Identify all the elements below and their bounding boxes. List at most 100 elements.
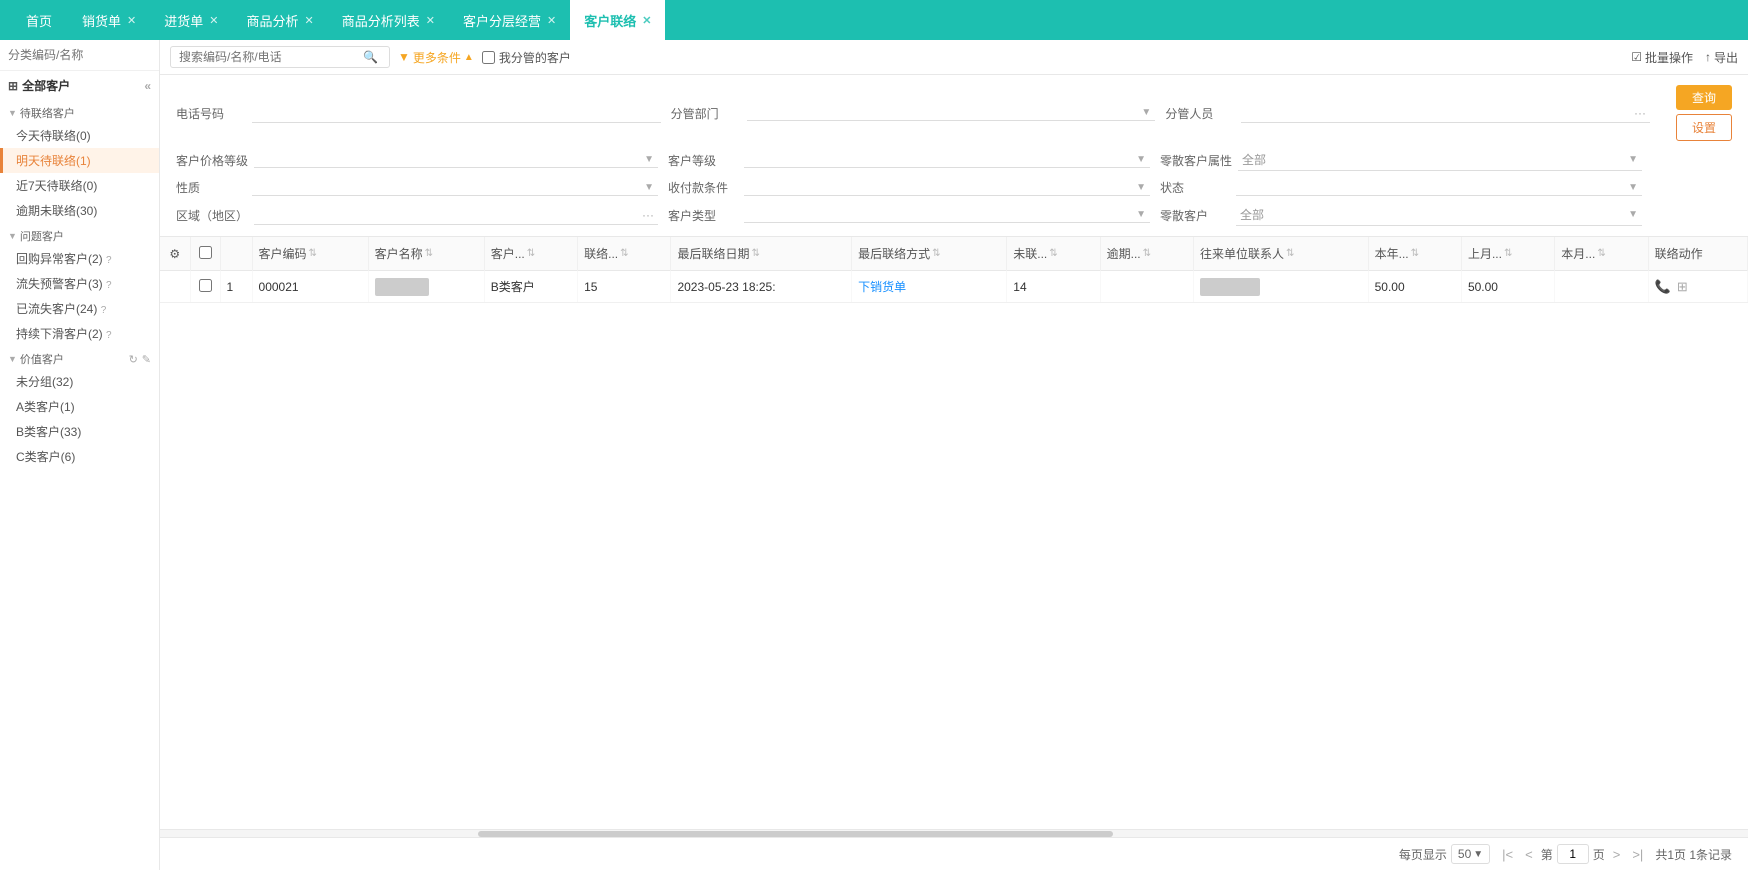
filter-select-region[interactable]: ··· (254, 206, 658, 225)
filter-select-dept[interactable]: ▼ (747, 105, 1156, 121)
sidebar-item-repurchase-abnormal[interactable]: 回购异常客户(2) ? (0, 246, 159, 271)
td-last-month: 50.00 (1461, 271, 1554, 303)
sort-icon-overdue[interactable]: ⇅ (1143, 248, 1151, 259)
th-customer-name[interactable]: 客户名称 ⇅ (368, 237, 484, 271)
main-search-input[interactable] (179, 50, 359, 64)
sidebar-item-already-lost[interactable]: 已流失客户(24) ? (0, 296, 159, 321)
export-button[interactable]: ↑ 导出 (1705, 49, 1738, 66)
column-settings-icon[interactable]: ⚙ (169, 247, 180, 261)
sidebar-item-class-c[interactable]: C类客户(6) (0, 444, 159, 469)
filter-settings-button[interactable]: 设置 (1676, 114, 1732, 141)
filter-cell-payment-terms: 收付款条件 ▼ (668, 179, 1160, 196)
grid-action-icon[interactable]: ⊞ (1677, 279, 1688, 295)
close-goods-analysis-table-tab[interactable]: ✕ (426, 14, 435, 27)
phone-action-icon[interactable]: 📞 (1655, 279, 1671, 295)
nav-item-home[interactable]: 首页 (10, 0, 68, 40)
th-last-contact-date[interactable]: 最后联络日期 ⇅ (671, 237, 852, 271)
td-last-contact-method[interactable]: 下销货单 (852, 271, 1007, 303)
th-settings[interactable]: ⚙ (160, 237, 190, 271)
sidebar-search-input[interactable] (8, 48, 160, 62)
filter-select-price-level[interactable]: ▼ (254, 152, 658, 168)
edit-icon[interactable]: ✎ (142, 353, 151, 366)
sort-icon-contact-count[interactable]: ⇅ (620, 248, 628, 259)
th-last-month[interactable]: 上月... ⇅ (1461, 237, 1554, 271)
my-customers-checkbox-area[interactable]: 我分管的客户 (482, 49, 571, 66)
filter-cell-manager: 分管人员 ··· (1165, 104, 1660, 123)
page-number-input[interactable] (1557, 844, 1589, 864)
sidebar-item-loss-warning[interactable]: 流失预警客户(3) ? (0, 271, 159, 296)
sort-icon-customer-name[interactable]: ⇅ (425, 248, 433, 259)
nav-item-customer-tier[interactable]: 客户分层经营 ✕ (449, 0, 570, 40)
last-page-button[interactable]: >| (1628, 845, 1647, 864)
sort-icon-unit-contact[interactable]: ⇅ (1286, 248, 1294, 259)
sidebar-item-unclassified[interactable]: 未分组(32) (0, 369, 159, 394)
nav-item-sales[interactable]: 销货单 ✕ (68, 0, 150, 40)
prev-page-button[interactable]: < (1521, 845, 1537, 864)
nav-item-goods-analysis-table[interactable]: 商品分析列表 ✕ (328, 0, 449, 40)
nav-item-purchase[interactable]: 进货单 ✕ (150, 0, 232, 40)
page-size-box[interactable]: 50 ▼ (1451, 844, 1490, 864)
sort-icon-no-contact-days[interactable]: ⇅ (1049, 248, 1057, 259)
sort-icon-last-month[interactable]: ⇅ (1504, 248, 1512, 259)
close-sales-tab[interactable]: ✕ (127, 14, 136, 27)
th-unit-contact[interactable]: 往来单位联系人 ⇅ (1193, 237, 1368, 271)
sort-icon-customer-type[interactable]: ⇅ (527, 248, 535, 259)
all-customers-header[interactable]: ⊞ 全部客户 « (0, 71, 159, 100)
filter-select-customer-type[interactable]: ▼ (744, 207, 1150, 223)
sidebar-item-continuous-decline[interactable]: 持续下滑客户(2) ? (0, 321, 159, 346)
select-all-checkbox[interactable] (199, 246, 212, 259)
batch-operations-button[interactable]: ☑ 批量操作 (1631, 49, 1693, 66)
nav-item-customer-contact[interactable]: 客户联络 ✕ (570, 0, 665, 40)
my-customers-checkbox[interactable] (482, 51, 495, 64)
collapse-sidebar-icon[interactable]: « (144, 79, 151, 93)
refresh-icon[interactable]: ↻ (129, 353, 138, 366)
th-no-contact-days[interactable]: 未联... ⇅ (1007, 237, 1100, 271)
last-contact-method-link[interactable]: 下销货单 (858, 280, 906, 294)
chevron-down-icon-page-size[interactable]: ▼ (1473, 849, 1483, 860)
close-customer-contact-tab[interactable]: ✕ (642, 14, 651, 27)
main-search-icon[interactable]: 🔍 (363, 50, 378, 64)
th-checkbox[interactable] (190, 237, 220, 271)
row-checkbox[interactable] (199, 279, 212, 292)
th-this-month[interactable]: 本月... ⇅ (1555, 237, 1648, 271)
sort-icon-last-contact-date[interactable]: ⇅ (751, 248, 759, 259)
sort-icon-customer-code[interactable]: ⇅ (309, 248, 317, 259)
export-icon: ↑ (1705, 50, 1711, 64)
th-overdue[interactable]: 逾期... ⇅ (1100, 237, 1193, 271)
th-contact-count[interactable]: 联络... ⇅ (578, 237, 671, 271)
filter-select-retail-attr[interactable]: 全部 ▼ (1238, 149, 1642, 171)
sidebar-item-tomorrow-contact[interactable]: 明天待联络(1) (0, 148, 159, 173)
close-goods-analysis-tab[interactable]: ✕ (305, 14, 314, 27)
horizontal-scrollbar[interactable] (160, 829, 1748, 837)
sort-icon-this-month[interactable]: ⇅ (1597, 248, 1605, 259)
filter-select-customer-level[interactable]: ▼ (744, 152, 1150, 168)
close-customer-tier-tab[interactable]: ✕ (547, 14, 556, 27)
first-page-button[interactable]: |< (1498, 845, 1517, 864)
dots-icon-region[interactable]: ··· (642, 208, 654, 222)
sidebar-item-7days-contact[interactable]: 近7天待联络(0) (0, 173, 159, 198)
close-purchase-tab[interactable]: ✕ (209, 14, 218, 27)
sidebar-item-today-contact[interactable]: 今天待联络(0) (0, 123, 159, 148)
filter-select-nature[interactable]: ▼ (252, 180, 658, 196)
th-this-year[interactable]: 本年... ⇅ (1368, 237, 1461, 271)
query-button[interactable]: 查询 (1676, 85, 1732, 110)
more-conditions-button[interactable]: ▼ 更多条件 ▲ (398, 49, 474, 66)
filter-input-phone[interactable] (252, 104, 661, 123)
filter-select-manager[interactable]: ··· (1241, 104, 1650, 123)
next-page-button[interactable]: > (1609, 845, 1625, 864)
th-customer-code[interactable]: 客户编码 ⇅ (252, 237, 368, 271)
th-last-contact-method[interactable]: 最后联络方式 ⇅ (852, 237, 1007, 271)
sort-icon-last-contact-method[interactable]: ⇅ (932, 248, 940, 259)
filter-select-payment-terms[interactable]: ▼ (744, 180, 1150, 196)
filter-select-retail-customer[interactable]: 全部 ▼ (1236, 204, 1642, 226)
nav-item-goods-analysis[interactable]: 商品分析 ✕ (232, 0, 327, 40)
sidebar-item-class-b[interactable]: B类客户(33) (0, 419, 159, 444)
sort-icon-this-year[interactable]: ⇅ (1411, 248, 1419, 259)
filter-select-status[interactable]: ▼ (1236, 180, 1642, 196)
dots-icon-manager[interactable]: ··· (1634, 106, 1646, 120)
sidebar-item-overdue-contact[interactable]: 逾期未联络(30) (0, 198, 159, 223)
sidebar-item-class-a[interactable]: A类客户(1) (0, 394, 159, 419)
filter-label-customer-level: 客户等级 (668, 152, 738, 169)
th-customer-type[interactable]: 客户... ⇅ (484, 237, 577, 271)
td-checkbox[interactable] (190, 271, 220, 303)
